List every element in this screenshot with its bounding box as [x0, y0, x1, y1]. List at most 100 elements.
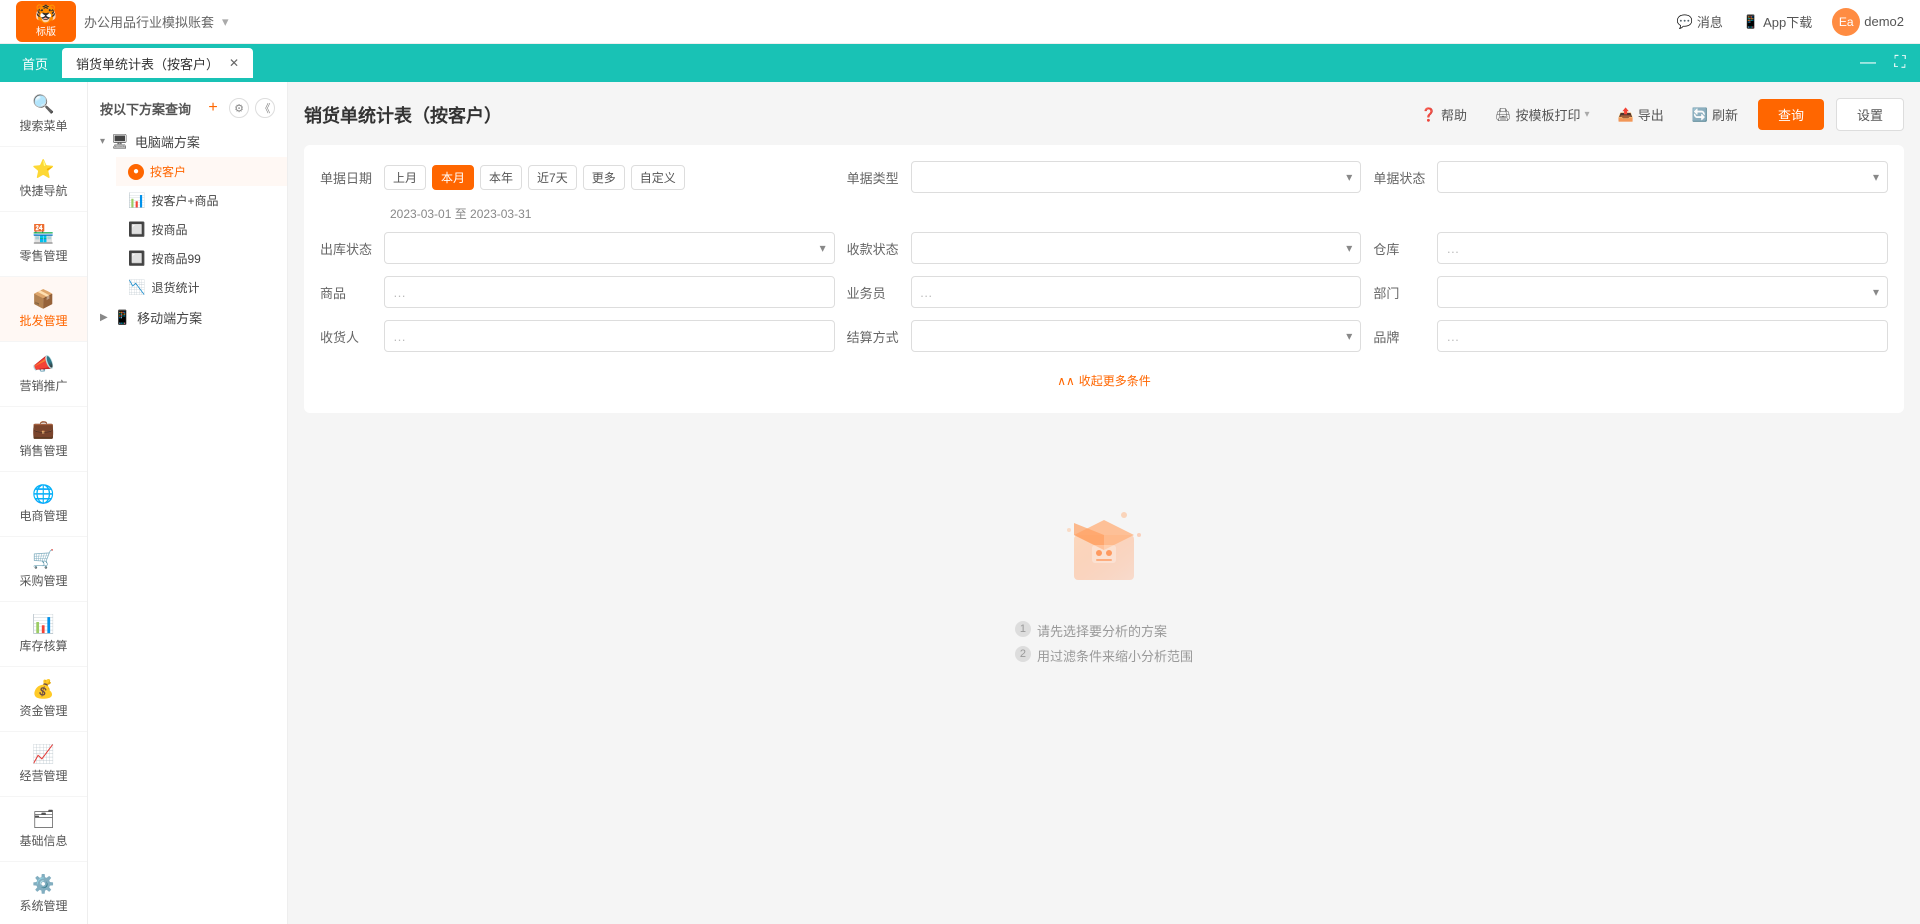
receiver-placeholder: …: [393, 329, 406, 344]
sidebar-item-finance-label: 资金管理: [19, 702, 67, 719]
search-icon: 🔍: [32, 94, 54, 115]
tree-item-by-product-99[interactable]: 🔲 按商品99: [116, 244, 287, 273]
tree-item-by-product[interactable]: 🔲 按商品: [116, 215, 287, 244]
tree-item-by-customer-product[interactable]: 📊 按客户+商品: [116, 186, 287, 215]
main-panel: 销货单统计表（按客户） ❓ 帮助 🖨 按模板打印 ▾ 📤 导出: [288, 82, 1920, 924]
sidebar-item-sales[interactable]: 💼 销售管理: [0, 407, 87, 472]
user-btn[interactable]: Ea demo2: [1832, 8, 1904, 36]
refresh-btn[interactable]: 🔄 刷新: [1684, 101, 1746, 128]
warehouse-label: 仓库: [1373, 239, 1429, 258]
tab-maximize-btn[interactable]: ⛶: [1888, 51, 1912, 75]
add-scheme-btn[interactable]: +: [203, 98, 223, 118]
salesperson-placeholder: …: [920, 285, 933, 300]
tab-sales-stats[interactable]: 销货单统计表（按客户） ✕: [62, 48, 253, 78]
tree-item-by-product-label: 按商品: [151, 221, 187, 238]
template-print-btn[interactable]: 🖨 按模板打印 ▾: [1487, 101, 1598, 128]
out-status-label: 出库状态: [320, 239, 376, 258]
query-btn[interactable]: 查询: [1758, 99, 1824, 130]
doc-status-input[interactable]: ▾: [1437, 161, 1888, 193]
settlement-input[interactable]: ▾: [911, 320, 1362, 352]
date-range-display: 2023-03-01 至 2023-03-31: [390, 205, 1888, 222]
doc-type-arrow: ▾: [1346, 170, 1352, 184]
tree-desktop-group[interactable]: ▾ 🖥 电脑端方案: [88, 126, 287, 157]
refresh-label: 刷新: [1712, 105, 1738, 124]
app-download-btn[interactable]: 📱 App下载: [1743, 12, 1812, 31]
date-btn-last-month[interactable]: 上月: [384, 165, 426, 190]
sidebar-item-basic[interactable]: 🗂 基础信息: [0, 797, 87, 862]
sidebar-item-marketing[interactable]: 📣 营销推广: [0, 342, 87, 407]
filter-item-department: 部门 ▾: [1373, 276, 1888, 308]
warehouse-placeholder: …: [1446, 241, 1459, 256]
receipt-status-input[interactable]: ▾: [911, 232, 1362, 264]
left-panel-title: 按以下方案查询: [100, 99, 191, 118]
tab-bar-right: — ⛶: [1856, 51, 1912, 75]
sidebar-item-purchase[interactable]: 🛒 采购管理: [0, 537, 87, 602]
finance-icon: 💰: [32, 679, 54, 700]
wholesale-icon: 📦: [32, 289, 54, 310]
filter-item-salesperson: 业务员 …: [847, 276, 1362, 308]
filter-row-3: 商品 … 业务员 … 部门: [320, 276, 1888, 308]
sidebar-item-search[interactable]: 🔍 搜索菜单: [0, 82, 87, 147]
product-input[interactable]: …: [384, 276, 835, 308]
tree-item-by-product-99-label: 按商品99: [151, 250, 200, 267]
sidebar-item-ecommerce[interactable]: 🌐 电商管理: [0, 472, 87, 537]
brand-input[interactable]: …: [1437, 320, 1888, 352]
tab-sales-stats-label: 销货单统计表（按客户）: [76, 54, 219, 73]
tab-close-icon[interactable]: ✕: [229, 56, 239, 70]
sidebar-item-inventory[interactable]: 📊 库存核算: [0, 602, 87, 667]
date-btn-custom[interactable]: 自定义: [631, 165, 685, 190]
logo[interactable]: 🐯 标版: [16, 1, 76, 42]
date-btn-7days[interactable]: 近7天: [528, 165, 577, 190]
logo-icon: 🐯: [35, 5, 57, 23]
date-btn-more[interactable]: 更多: [583, 165, 625, 190]
receiver-input[interactable]: …: [384, 320, 835, 352]
settings-btn[interactable]: 设置: [1836, 98, 1904, 131]
collapse-up-icon: ∧∧: [1057, 374, 1075, 388]
app-title-arrow[interactable]: ▾: [222, 14, 229, 30]
quick-nav-icon: ⭐: [32, 159, 54, 180]
department-input[interactable]: ▾: [1437, 276, 1888, 308]
export-btn[interactable]: 📤 导出: [1610, 101, 1672, 128]
system-icon: ⚙️: [32, 874, 54, 895]
date-btn-this-month[interactable]: 本月: [432, 165, 474, 190]
tree-desktop-children: ● 按客户 📊 按客户+商品 🔲 按商品 🔲 按商品99 📉 退货统: [88, 157, 287, 302]
tip-text-1: 请先选择要分析的方案: [1037, 621, 1167, 640]
doc-type-input[interactable]: ▾: [911, 161, 1362, 193]
tree-mobile-group[interactable]: ▶ 📱 移动端方案: [88, 302, 287, 333]
sidebar-item-operation[interactable]: 📈 经营管理: [0, 732, 87, 797]
download-icon: 📱: [1743, 14, 1759, 30]
sales-icon: 💼: [32, 419, 54, 440]
collapse-panel-btn[interactable]: 《: [255, 98, 275, 118]
tab-home[interactable]: 首页: [8, 48, 62, 78]
sidebar-item-inventory-label: 库存核算: [19, 637, 67, 654]
page-title: 销货单统计表（按客户）: [304, 102, 502, 128]
receipt-status-arrow: ▾: [1346, 241, 1352, 255]
sidebar-item-finance[interactable]: 💰 资金管理: [0, 667, 87, 732]
tip-2: 2 用过滤条件来缩小分析范围: [1015, 646, 1193, 665]
sidebar-item-ecommerce-label: 电商管理: [19, 507, 67, 524]
doc-status-label: 单据状态: [1373, 168, 1429, 187]
content-area: 按以下方案查询 + ⚙ 《 ▾ 🖥 电脑端方案: [88, 82, 1920, 924]
help-btn[interactable]: ❓ 帮助: [1413, 101, 1475, 128]
tree-mobile-arrow-icon: ▶: [100, 312, 108, 323]
out-status-input[interactable]: ▾: [384, 232, 835, 264]
top-header: 🐯 标版 办公用品行业模拟账套 ▾ 💬 消息 📱 App下载 Ea demo2: [0, 0, 1920, 44]
sidebar-item-wholesale[interactable]: 📦 批发管理: [0, 277, 87, 342]
filter-item-product: 商品 …: [320, 276, 835, 308]
date-btn-this-year[interactable]: 本年: [480, 165, 522, 190]
warehouse-input[interactable]: …: [1437, 232, 1888, 264]
settings-scheme-btn[interactable]: ⚙: [229, 98, 249, 118]
collapse-bar[interactable]: ∧∧ 收起更多条件: [320, 364, 1888, 397]
sidebar-item-quick-nav[interactable]: ⭐ 快捷导航: [0, 147, 87, 212]
message-btn[interactable]: 💬 消息: [1677, 12, 1723, 31]
app-download-label: App下载: [1763, 12, 1812, 31]
tree-item-by-customer[interactable]: ● 按客户: [116, 157, 287, 186]
marketing-icon: 📣: [32, 354, 54, 375]
page-actions: ❓ 帮助 🖨 按模板打印 ▾ 📤 导出 🔄 刷新: [1413, 98, 1904, 131]
sidebar-item-system[interactable]: ⚙️ 系统管理: [0, 862, 87, 924]
tree-item-return-stats[interactable]: 📉 退货统计: [116, 273, 287, 302]
salesperson-input[interactable]: …: [911, 276, 1362, 308]
sidebar-item-retail[interactable]: 🏪 零售管理: [0, 212, 87, 277]
receiver-label: 收货人: [320, 327, 376, 346]
tab-minimize-btn[interactable]: —: [1856, 51, 1880, 75]
